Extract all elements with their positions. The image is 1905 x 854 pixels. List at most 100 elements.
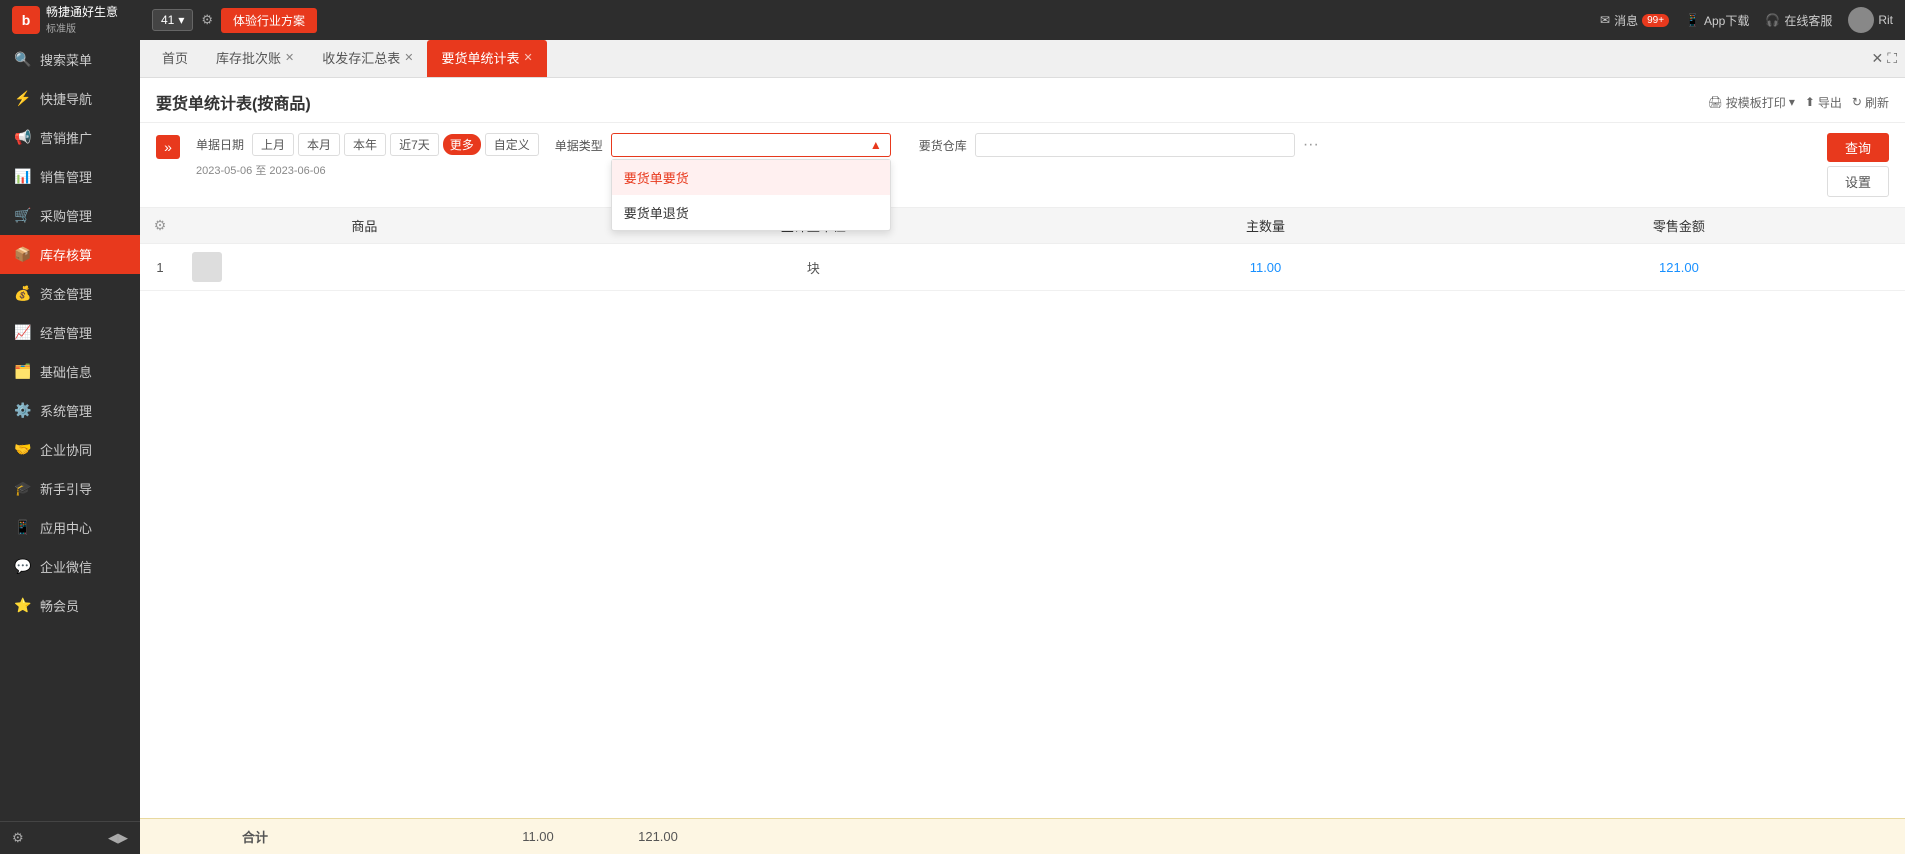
sidebar-label-enterprise: 企业协同: [40, 440, 92, 459]
type-select-wrap: ▲ 要货单要货 要货单退货: [611, 133, 891, 157]
quantity-link[interactable]: 11.00: [1250, 260, 1282, 275]
tabs-maximize-btn[interactable]: ⛶: [1887, 50, 1897, 67]
sidebar-item-appstore[interactable]: 📱 应用中心: [0, 508, 140, 547]
system-icon: ⚙️: [14, 402, 32, 419]
sidebar-collapse-btn[interactable]: ◀▶: [108, 830, 128, 846]
content-area: 首页 库存批次账 ✕ 收发存汇总表 ✕ 要货单统计表 ✕ ✕ ⛶ 要: [140, 40, 1905, 854]
type-select[interactable]: ▲: [611, 133, 891, 157]
date-filter-group: 单据日期 上月 本月 本年 近7天 更多 自定义 2023-05-06 至 20…: [196, 133, 539, 178]
app-sub: 标准版: [46, 20, 118, 35]
sidebar-label-member: 畅会员: [40, 596, 79, 615]
col-product: 商品: [180, 208, 549, 244]
message-btn[interactable]: ✉ 消息 99+: [1600, 12, 1669, 29]
tab-close-order-stats[interactable]: ✕: [524, 51, 533, 64]
sidebar-item-sales[interactable]: 📊 销售管理: [0, 157, 140, 196]
type-selected-value: [620, 138, 623, 152]
date-label: 单据日期: [196, 136, 244, 153]
warehouse-value: [984, 138, 987, 152]
col-settings-btn[interactable]: ⚙: [154, 217, 167, 234]
sidebar-item-shortcut[interactable]: ⚡ 快捷导航: [0, 79, 140, 118]
sidebar-item-inventory[interactable]: 📦 库存核算: [0, 235, 140, 274]
sidebar-item-marketing[interactable]: 📢 营销推广: [0, 118, 140, 157]
footer-quantity: 11.00: [478, 829, 598, 844]
tab-order-stats[interactable]: 要货单统计表 ✕: [427, 40, 546, 77]
settings-btn[interactable]: 设置: [1827, 166, 1889, 197]
online-service-btn[interactable]: 🎧 在线客服: [1765, 12, 1832, 29]
date-btn-more[interactable]: 更多: [443, 134, 481, 155]
col-settings: ⚙: [140, 208, 180, 244]
refresh-btn[interactable]: ↻ 刷新: [1852, 94, 1889, 111]
sidebar-item-system[interactable]: ⚙️ 系统管理: [0, 391, 140, 430]
warehouse-label: 要货仓库: [919, 133, 967, 154]
tab-close-batch[interactable]: ✕: [285, 51, 294, 64]
sidebar-item-purchase[interactable]: 🛒 采购管理: [0, 196, 140, 235]
page-actions: 🖨 按模板打印 ▾ ⬆ 导出 ↻ 刷新: [1708, 94, 1889, 111]
sidebar-item-search[interactable]: 🔍 搜索菜单: [0, 40, 140, 79]
date-btn-custom[interactable]: 自定义: [485, 133, 539, 156]
type-option-return[interactable]: 要货单退货: [612, 195, 890, 230]
sidebar-item-finance[interactable]: 💰 资金管理: [0, 274, 140, 313]
main-layout: 🔍 搜索菜单 ⚡ 快捷导航 📢 营销推广 📊 销售管理 🛒 采购管理 📦 库存核…: [0, 40, 1905, 854]
operation-icon: 📈: [14, 324, 32, 341]
sidebar-label-search: 搜索菜单: [40, 50, 92, 69]
type-option-order[interactable]: 要货单要货: [612, 160, 890, 195]
header-middle: 41 ▾ ⚙ 体验行业方案: [152, 8, 1600, 33]
tabs-close-all-btn[interactable]: ✕: [1871, 50, 1883, 67]
tab-close-summary[interactable]: ✕: [404, 51, 413, 64]
row-seq: 1: [140, 244, 180, 291]
date-btn-last-month[interactable]: 上月: [252, 133, 294, 156]
inventory-icon: 📦: [14, 246, 32, 263]
date-btn-this-month[interactable]: 本月: [298, 133, 340, 156]
col-amount: 零售金额: [1453, 208, 1905, 244]
sidebar-item-guide[interactable]: 🎓 新手引导: [0, 469, 140, 508]
table-header-row: ⚙ 商品 主计量单位 主数量 零售金额: [140, 208, 1905, 244]
sidebar-label-operation: 经营管理: [40, 323, 92, 342]
warehouse-more-btn[interactable]: ···: [1299, 136, 1323, 154]
col-quantity: 主数量: [1078, 208, 1453, 244]
sidebar-item-wechat[interactable]: 💬 企业微信: [0, 547, 140, 586]
sidebar-label-marketing: 营销推广: [40, 128, 92, 147]
mobile-icon: 📱: [1685, 13, 1700, 27]
search-icon: 🔍: [14, 51, 32, 68]
action-btns: 查询 设置: [1827, 133, 1889, 197]
refresh-icon: ↻: [1852, 95, 1862, 109]
user-avatar-btn[interactable]: Rit: [1848, 7, 1893, 33]
settings-icon[interactable]: ⚙: [201, 12, 213, 28]
print-btn[interactable]: 🖨 按模板打印 ▾: [1708, 94, 1795, 111]
enterprise-icon: 🤝: [14, 441, 32, 458]
date-btn-this-year[interactable]: 本年: [344, 133, 386, 156]
export-btn[interactable]: ⬆ 导出: [1805, 94, 1842, 111]
sidebar-label-shortcut: 快捷导航: [40, 89, 92, 108]
message-icon: ✉: [1600, 13, 1610, 27]
shortcut-icon: ⚡: [14, 90, 32, 107]
basic-icon: 🗂️: [14, 363, 32, 380]
sidebar-item-member[interactable]: ⭐ 畅会员: [0, 586, 140, 625]
tab-batch[interactable]: 库存批次账 ✕: [202, 40, 308, 77]
type-arrow-icon: ▲: [870, 138, 882, 152]
marketing-icon: 📢: [14, 129, 32, 146]
sidebar-item-enterprise[interactable]: 🤝 企业协同: [0, 430, 140, 469]
tab-home[interactable]: 首页: [148, 40, 202, 77]
date-btn-last-7-days[interactable]: 近7天: [390, 133, 439, 156]
date-filter-row: 单据日期 上月 本月 本年 近7天 更多 自定义: [196, 133, 539, 156]
row-amount: 121.00: [1453, 244, 1905, 291]
store-selector[interactable]: 41 ▾: [152, 9, 193, 31]
print-icon: 🖨: [1708, 95, 1723, 109]
sidebar-label-guide: 新手引导: [40, 479, 92, 498]
online-service-label: 在线客服: [1784, 12, 1832, 29]
sidebar-item-basic[interactable]: 🗂️ 基础信息: [0, 352, 140, 391]
sidebar-item-operation[interactable]: 📈 经营管理: [0, 313, 140, 352]
type-filter-group: 单据类型 ▲ 要货单要货 要货单退货: [555, 133, 891, 157]
trial-btn[interactable]: 体验行业方案: [221, 8, 317, 33]
data-table: ⚙ 商品 主计量单位 主数量 零售金额 1: [140, 208, 1905, 291]
amount-link[interactable]: 121.00: [1659, 260, 1699, 275]
warehouse-select[interactable]: [975, 133, 1295, 157]
sidebar-bottom: ⚙ ◀▶: [0, 821, 140, 854]
query-btn[interactable]: 查询: [1827, 133, 1889, 162]
purchase-icon: 🛒: [14, 207, 32, 224]
sidebar-settings-btn[interactable]: ⚙: [12, 830, 24, 846]
store-name: 41: [161, 13, 174, 27]
tab-summary[interactable]: 收发存汇总表 ✕: [308, 40, 427, 77]
expand-filter-btn[interactable]: »: [156, 135, 180, 159]
app-download-btn[interactable]: 📱 App下载: [1685, 12, 1749, 29]
